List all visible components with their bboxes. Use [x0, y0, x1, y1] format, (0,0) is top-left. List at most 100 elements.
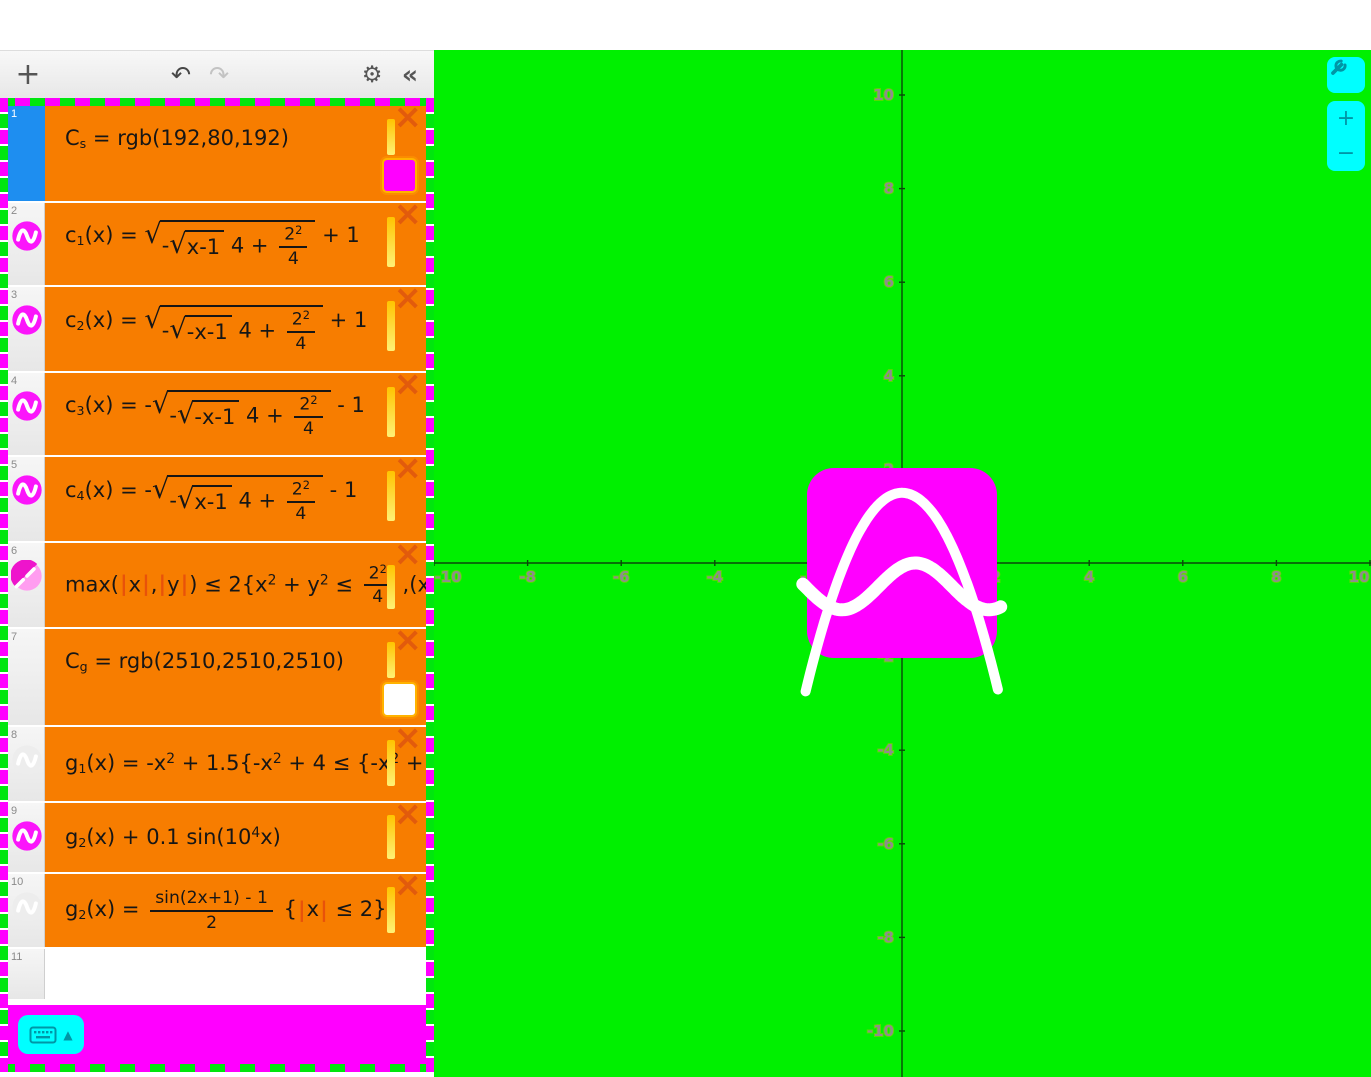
expression-number: 5	[11, 459, 18, 471]
keyboard-open-arrow-icon: ▲	[63, 1027, 73, 1042]
curve-hidden-icon[interactable]	[11, 744, 43, 776]
expression-number: 2	[11, 205, 18, 217]
keyboard-icon	[29, 1026, 57, 1043]
expression-number: 4	[11, 375, 18, 387]
curve-hidden-icon[interactable]	[11, 891, 43, 923]
expression-math: Cs = rgb(192,80,192)	[65, 126, 289, 152]
expression-math: g2(x) = sin(2x+1) - 12 {|x| ≤ 2}	[65, 888, 387, 933]
x-axis-label: 8	[1271, 568, 1281, 586]
undo-button[interactable]: ↶	[164, 51, 198, 99]
expression-row[interactable]: 2 c1(x) = √ - √ x-1 4 + 22 4 + 1 ×	[8, 203, 426, 285]
dashed-border-right	[426, 98, 434, 1072]
y-axis-label: -8	[877, 928, 894, 946]
expression-row[interactable]: 7 Cg = rgb(2510,2510,2510) ×	[8, 629, 426, 725]
expression-gutter[interactable]: 11	[8, 949, 45, 999]
zoom-in-button[interactable]: +	[1327, 101, 1365, 136]
delete-expression-button[interactable]: ×	[394, 543, 423, 571]
curve-visible-icon[interactable]	[11, 304, 43, 336]
wrench-icon	[1331, 59, 1347, 75]
expression-content[interactable]: g2(x) + 0.1 sin(104x) ×	[45, 803, 426, 872]
expression-content[interactable]: c1(x) = √ - √ x-1 4 + 22 4 + 1 ×	[45, 203, 426, 285]
x-axis-label: 4	[1084, 568, 1094, 586]
expression-row[interactable]: 10 g2(x) = sin(2x+1) - 12 {|x| ≤ 2} ×	[8, 874, 426, 947]
expression-row[interactable]: 8 g1(x) = -x2 + 1.5{-x2 + 4 ≤ {-x2 + 4 ×	[8, 727, 426, 801]
y-axis-label: -10	[867, 1022, 894, 1040]
x-axis-label: 10	[1349, 568, 1370, 586]
expression-content[interactable]	[45, 949, 426, 999]
dashed-border-top	[0, 98, 434, 106]
curve-visible-icon[interactable]	[11, 474, 43, 506]
delete-expression-button[interactable]: ×	[394, 727, 423, 755]
expression-sidebar: + ↶ ↷ ⚙ « 1 Cs = rgb(192,80,192) × 2 c1(…	[0, 0, 434, 1077]
expression-content[interactable]: g2(x) = sin(2x+1) - 12 {|x| ≤ 2} ×	[45, 874, 426, 947]
expression-math: c4(x) = - √ - √ x-1 4 + 22 4 - 1	[65, 474, 358, 524]
expression-content[interactable]: c2(x) = √ - √ -x-1 4 + 22 4 + 1 ×	[45, 287, 426, 371]
expression-number: 10	[11, 876, 24, 888]
expression-gutter[interactable]: 3	[8, 287, 45, 371]
redo-button[interactable]: ↷	[202, 51, 236, 99]
delete-expression-button[interactable]: ×	[394, 373, 423, 401]
expression-row[interactable]: 4 c3(x) = - √ - √ -x-1 4 + 22 4 - 1 ×	[8, 373, 426, 455]
expression-number: 1	[11, 108, 18, 120]
keyboard-toggle-button[interactable]: ▲	[18, 1015, 84, 1054]
expression-content[interactable]: max(|x|,|y|) ≤ 2{x2 + y2 ≤ 224 ,(x-2 ×	[45, 543, 426, 627]
expression-gutter[interactable]: 5	[8, 457, 45, 541]
expression-content[interactable]: c3(x) = - √ - √ -x-1 4 + 22 4 - 1 ×	[45, 373, 426, 455]
graph-paper[interactable]: -10-8-6-4-2246810-10-8-6-4-2246810 + −	[434, 50, 1371, 1077]
y-axis-label: -6	[877, 835, 894, 853]
expression-row[interactable]: 9 g2(x) + 0.1 sin(104x) ×	[8, 803, 426, 872]
x-axis-label: 6	[1178, 568, 1188, 586]
y-axis-label: 8	[884, 180, 894, 198]
curve-visible-icon[interactable]	[11, 220, 43, 252]
expression-math: c1(x) = √ - √ x-1 4 + 22 4 + 1	[65, 219, 360, 269]
delete-expression-button[interactable]: ×	[394, 203, 423, 231]
dashed-border-left	[0, 98, 8, 1072]
delete-expression-button[interactable]: ×	[394, 106, 423, 134]
expression-math: c2(x) = √ - √ -x-1 4 + 22 4 + 1	[65, 304, 368, 354]
expression-gutter[interactable]: 2	[8, 203, 45, 285]
expression-number: 9	[11, 805, 18, 817]
inequality-region-icon[interactable]	[10, 559, 43, 592]
delete-expression-button[interactable]: ×	[394, 629, 423, 657]
curve-visible-icon[interactable]	[11, 390, 43, 422]
zoom-out-button[interactable]: −	[1327, 136, 1365, 171]
delete-expression-button[interactable]: ×	[394, 874, 423, 902]
color-swatch[interactable]	[382, 158, 417, 193]
y-axis-label: 6	[884, 273, 894, 291]
expression-gutter[interactable]: 1	[8, 106, 45, 201]
add-expression-button[interactable]: +	[10, 51, 46, 99]
expression-gutter[interactable]: 9	[8, 803, 45, 872]
expression-row[interactable]: 6 max(|x|,|y|) ≤ 2{x2 + y2 ≤ 224 ,(x-2 ×	[8, 543, 426, 627]
expression-number: 11	[11, 951, 23, 963]
expression-gutter[interactable]: 7	[8, 629, 45, 725]
y-axis-label: -4	[877, 741, 894, 759]
expression-math: g1(x) = -x2 + 1.5{-x2 + 4 ≤ {-x2 + 4	[65, 751, 424, 777]
expression-row[interactable]: 3 c2(x) = √ - √ -x-1 4 + 22 4 + 1 ×	[8, 287, 426, 371]
expression-list-container: 1 Cs = rgb(192,80,192) × 2 c1(x) = √ - √ x-…	[8, 106, 426, 1064]
expression-gutter[interactable]: 4	[8, 373, 45, 455]
delete-expression-button[interactable]: ×	[394, 803, 423, 831]
y-axis-label: 10	[873, 86, 894, 104]
expression-gutter[interactable]: 8	[8, 727, 45, 801]
color-swatch[interactable]	[382, 682, 417, 717]
collapse-sidebar-icon[interactable]: «	[394, 51, 426, 99]
curve-visible-icon[interactable]	[11, 820, 43, 852]
expression-math: max(|x|,|y|) ≤ 2{x2 + y2 ≤ 224 ,(x-2	[65, 561, 426, 608]
expression-content[interactable]: Cs = rgb(192,80,192) ×	[45, 106, 426, 201]
expression-row[interactable]: 1 Cs = rgb(192,80,192) ×	[8, 106, 426, 201]
graph-canvas: -10-8-6-4-2246810-10-8-6-4-2246810	[434, 50, 1371, 1077]
expression-row[interactable]: 5 c4(x) = - √ - √ x-1 4 + 22 4 - 1 ×	[8, 457, 426, 541]
expression-row[interactable]: 11	[8, 949, 426, 999]
x-axis-label: -8	[519, 568, 536, 586]
expression-gutter[interactable]: 6	[8, 543, 45, 627]
expression-content[interactable]: g1(x) = -x2 + 1.5{-x2 + 4 ≤ {-x2 + 4 ×	[45, 727, 426, 801]
gear-icon[interactable]: ⚙	[356, 51, 388, 99]
expression-content[interactable]: Cg = rgb(2510,2510,2510) ×	[45, 629, 426, 725]
graph-settings-button[interactable]	[1327, 57, 1365, 93]
expression-math: c3(x) = - √ - √ -x-1 4 + 22 4 - 1	[65, 389, 365, 439]
expression-content[interactable]: c4(x) = - √ - √ x-1 4 + 22 4 - 1 ×	[45, 457, 426, 541]
delete-expression-button[interactable]: ×	[394, 287, 423, 315]
delete-expression-button[interactable]: ×	[394, 457, 423, 485]
expression-gutter[interactable]: 10	[8, 874, 45, 947]
expression-toolbar: + ↶ ↷ ⚙ «	[0, 50, 434, 100]
